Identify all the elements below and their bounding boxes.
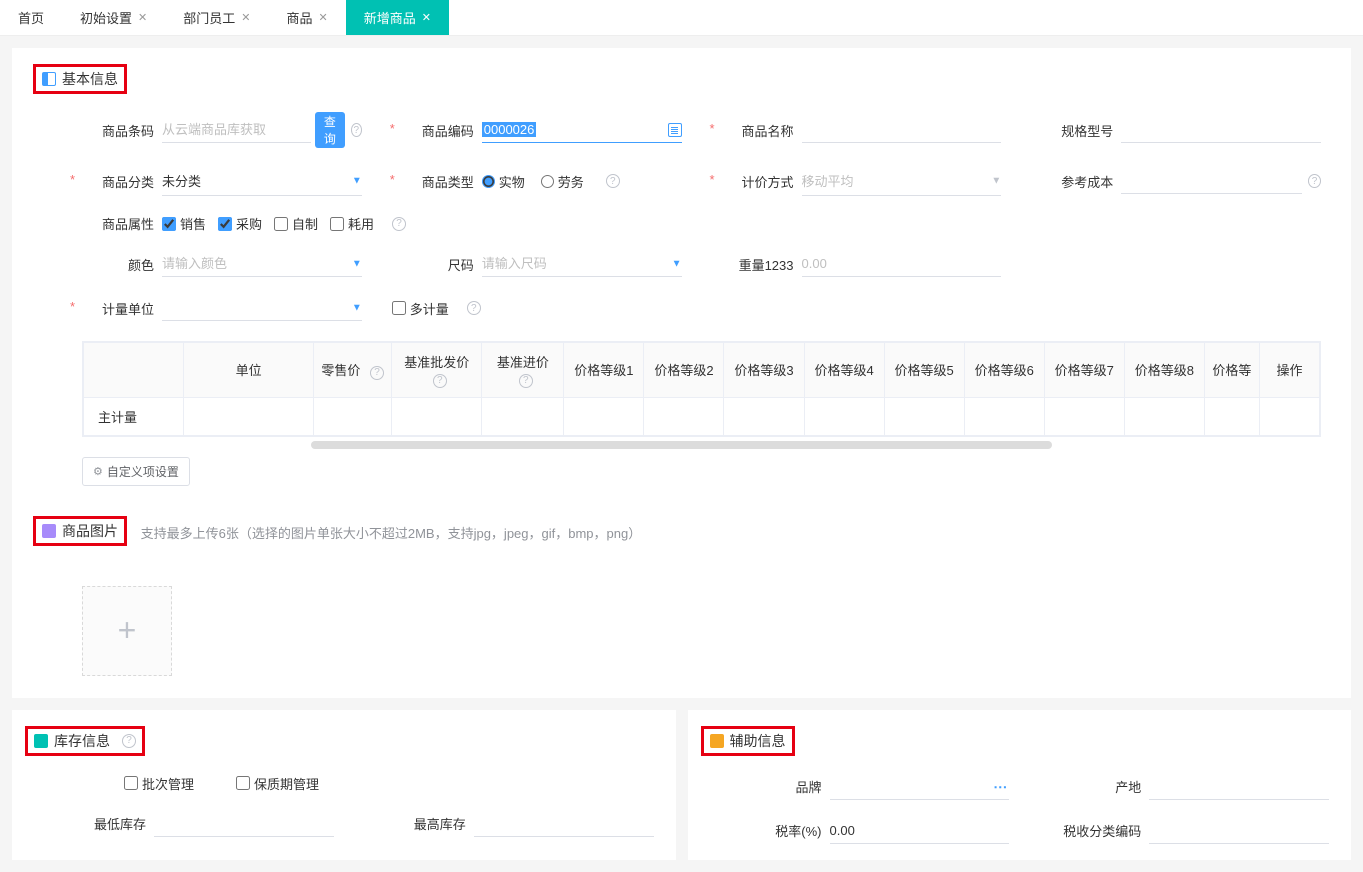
- col-header: 零售价 ?: [314, 343, 392, 398]
- refcost-input[interactable]: [1121, 168, 1302, 194]
- query-button[interactable]: 查询: [315, 112, 345, 148]
- section-aux-title: 辅助信息: [701, 726, 795, 756]
- tax-input[interactable]: [830, 818, 1010, 844]
- weight-input[interactable]: [802, 251, 1002, 277]
- help-icon[interactable]: ?: [519, 374, 533, 388]
- name-input[interactable]: [802, 117, 1002, 143]
- col-header: 单位: [184, 343, 314, 398]
- col-header: 价格等级8: [1124, 343, 1204, 398]
- section-stock-title: 库存信息 ?: [25, 726, 145, 756]
- col-header: 基准进价 ?: [482, 343, 564, 398]
- col-header: 价格等: [1204, 343, 1259, 398]
- ptype-label: 商品类型: [392, 172, 482, 191]
- shelf-checkbox[interactable]: 保质期管理: [236, 774, 319, 793]
- minstock-input[interactable]: [154, 811, 334, 837]
- code-gen-icon[interactable]: [668, 123, 682, 137]
- maxstock-input[interactable]: [474, 811, 654, 837]
- tab-init[interactable]: 初始设置✕: [62, 0, 165, 35]
- col-header: 操作: [1259, 343, 1319, 398]
- attr-label: 商品属性: [72, 214, 162, 233]
- col-header: 价格等级1: [564, 343, 644, 398]
- tab-dept[interactable]: 部门员工✕: [165, 0, 268, 35]
- unit-select[interactable]: ▼: [162, 295, 362, 321]
- help-icon[interactable]: ?: [370, 366, 384, 380]
- minstock-label: 最低库存: [64, 814, 154, 833]
- spec-label: 规格型号: [1031, 121, 1121, 140]
- price-label: 计价方式: [712, 172, 802, 191]
- help-icon[interactable]: ?: [433, 374, 447, 388]
- help-icon[interactable]: ?: [392, 217, 406, 231]
- attr-consume-checkbox[interactable]: 耗用: [330, 214, 374, 233]
- taxcat-input[interactable]: [1149, 818, 1329, 844]
- help-icon[interactable]: ?: [122, 734, 136, 748]
- refcost-label: 参考成本: [1031, 172, 1121, 191]
- cat-select[interactable]: 未分类 ▼: [162, 166, 362, 196]
- col-header: 价格等级5: [884, 343, 964, 398]
- h-scrollbar[interactable]: [311, 441, 1053, 449]
- ptype-real-radio[interactable]: 实物: [482, 172, 525, 191]
- col-header: 价格等级3: [724, 343, 804, 398]
- weight-label: 重量1233: [712, 255, 802, 274]
- form-icon: [42, 72, 56, 86]
- section-pic-title: 商品图片: [33, 516, 127, 546]
- image-icon: [42, 524, 56, 538]
- attr-purchase-checkbox[interactable]: 采购: [218, 214, 262, 233]
- code-label: 商品编码: [392, 121, 482, 140]
- pic-help-text: 支持最多上传6张（选择的图片单张大小不超过2MB，支持jpg，jpeg，gif，…: [141, 526, 642, 541]
- batch-checkbox[interactable]: 批次管理: [124, 774, 194, 793]
- close-icon[interactable]: ✕: [241, 11, 250, 24]
- col-header: 价格等级2: [644, 343, 724, 398]
- tab-home[interactable]: 首页: [0, 0, 62, 35]
- size-label: 尺码: [392, 255, 482, 274]
- col-header: [84, 343, 184, 398]
- col-header: 基准批发价 ?: [392, 343, 482, 398]
- ptype-service-radio[interactable]: 劳务: [541, 172, 584, 191]
- help-icon[interactable]: ?: [467, 301, 481, 315]
- barcode-input[interactable]: [162, 117, 311, 143]
- tab-add-goods[interactable]: 新增商品✕: [346, 0, 449, 35]
- close-icon[interactable]: ✕: [138, 11, 147, 24]
- doc-icon: [710, 734, 724, 748]
- help-icon[interactable]: ?: [606, 174, 620, 188]
- name-label: 商品名称: [712, 121, 802, 140]
- attr-self-checkbox[interactable]: 自制: [274, 214, 318, 233]
- plus-icon: +: [118, 612, 137, 649]
- size-select[interactable]: ▼: [482, 251, 682, 277]
- section-basic-title: 基本信息: [33, 64, 127, 94]
- attr-sale-checkbox[interactable]: 销售: [162, 214, 206, 233]
- help-icon[interactable]: ?: [1308, 174, 1321, 188]
- col-header: 价格等级7: [1044, 343, 1124, 398]
- color-label: 颜色: [72, 255, 162, 274]
- code-input[interactable]: 0000026: [482, 117, 682, 143]
- taxcat-label: 税收分类编码: [1059, 821, 1149, 840]
- tab-bar: 首页 初始设置✕ 部门员工✕ 商品✕ 新增商品✕: [0, 0, 1363, 36]
- box-icon: [34, 734, 48, 748]
- table-row[interactable]: 主计量: [84, 397, 1320, 435]
- price-table: 单位零售价 ?基准批发价 ?基准进价 ?价格等级1价格等级2价格等级3价格等级4…: [82, 341, 1321, 437]
- multiunit-checkbox[interactable]: 多计量: [392, 299, 449, 318]
- spec-input[interactable]: [1121, 117, 1321, 143]
- close-icon[interactable]: ✕: [319, 11, 328, 24]
- help-icon[interactable]: ?: [351, 123, 362, 137]
- tab-goods[interactable]: 商品✕: [268, 0, 345, 35]
- image-uploader[interactable]: +: [82, 586, 172, 676]
- custom-settings-button[interactable]: 自定义项设置: [82, 457, 190, 486]
- col-header: 价格等级4: [804, 343, 884, 398]
- unit-label: 计量单位: [72, 299, 162, 318]
- barcode-label: 商品条码: [72, 121, 162, 140]
- maxstock-label: 最高库存: [384, 814, 474, 833]
- color-select[interactable]: ▼: [162, 251, 362, 277]
- close-icon[interactable]: ✕: [422, 11, 431, 24]
- col-header: 价格等级6: [964, 343, 1044, 398]
- cat-label: 商品分类: [72, 172, 162, 191]
- tax-label: 税率(%): [740, 821, 830, 840]
- price-select[interactable]: 移动平均 ▼: [802, 166, 1002, 196]
